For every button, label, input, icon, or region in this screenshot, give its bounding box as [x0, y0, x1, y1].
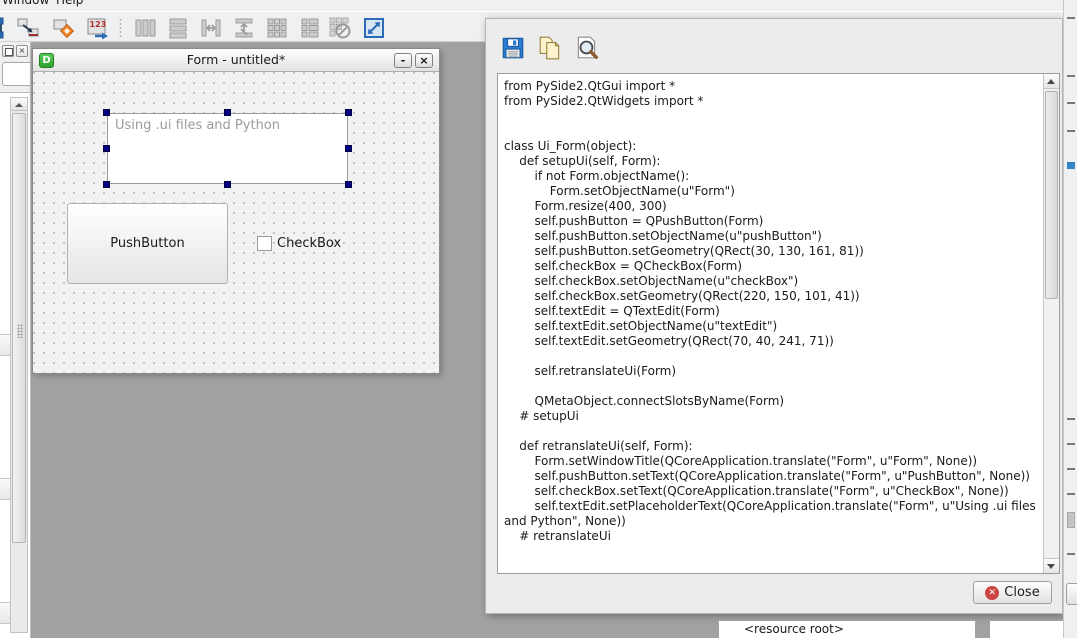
edit-buddies-icon[interactable] [50, 14, 77, 41]
widget-category-row[interactable] [0, 602, 10, 624]
dialog-toolbar [500, 35, 600, 61]
layout-in-grid-icon[interactable] [263, 14, 290, 41]
widget-category-row[interactable] [0, 478, 10, 500]
break-layout-icon[interactable] [326, 14, 353, 41]
pushbutton-widget[interactable]: PushButton [67, 203, 228, 284]
selected-row-mark [1067, 162, 1075, 169]
widget-box-list [0, 92, 31, 638]
menu-bar: Window Help [0, 0, 1077, 11]
edit-signals-slots-icon[interactable] [14, 14, 41, 41]
toolbar-separator [119, 18, 122, 37]
generated-python-code[interactable]: from PySide2.QtGui import * from PySide2… [498, 74, 1043, 573]
resource-tree[interactable]: <resource root> [718, 620, 976, 638]
scrollbar-thumb[interactable] [1045, 91, 1058, 299]
widget-box-scrollbar[interactable] [10, 97, 28, 633]
layout-vertically-in-splitter-icon[interactable] [230, 14, 257, 41]
edit-widgets-icon[interactable] [0, 14, 9, 41]
dock-mark [1067, 17, 1075, 19]
scrollbar-grip [17, 324, 23, 338]
dock-float-icon[interactable] [2, 45, 14, 57]
dock-mark [1067, 443, 1075, 445]
copy-icon[interactable] [537, 35, 563, 61]
close-circle-icon: ✕ [985, 586, 999, 600]
form-window-titlebar[interactable]: D Form - untitled* - × [33, 49, 439, 72]
dock-mark [1067, 493, 1075, 495]
code-preview-dialog: from PySide2.QtGui import * from PySide2… [485, 18, 1063, 614]
right-dock-sliver [1063, 0, 1077, 638]
widget-box-panel: × [0, 42, 31, 638]
layout-horizontally-in-splitter-icon[interactable] [197, 14, 224, 41]
code-editor[interactable]: from PySide2.QtGui import * from PySide2… [497, 73, 1060, 574]
widget-filter-input[interactable] [2, 62, 31, 86]
scroll-up-icon[interactable] [1044, 74, 1059, 89]
layout-in-form-icon[interactable] [296, 14, 323, 41]
close-button[interactable]: × [415, 53, 433, 68]
designer-form-window: D Form - untitled* - × Using .ui files a… [32, 48, 440, 374]
close-button-label: Close [1004, 585, 1039, 600]
dock-mark [1067, 75, 1075, 77]
widget-category-row[interactable] [0, 334, 10, 356]
application-window: Window Help 123 [0, 0, 1077, 638]
scroll-up-icon[interactable] [11, 98, 27, 111]
splitter-grip[interactable] [1067, 512, 1075, 528]
dock-close-icon[interactable]: × [16, 45, 28, 57]
layout-horizontally-icon[interactable] [131, 14, 158, 41]
checkbox-label: CheckBox [277, 236, 341, 251]
dock-mark [1067, 418, 1075, 420]
layout-vertically-icon[interactable] [164, 14, 191, 41]
find-icon[interactable] [574, 35, 600, 61]
form-window-title: Form - untitled* [33, 52, 439, 67]
edit-tab-order-icon[interactable]: 123 [84, 14, 111, 41]
dock-mark [1067, 102, 1075, 104]
menu-item-help[interactable]: Help [56, 0, 83, 7]
form-canvas[interactable]: Using .ui files and Python PushButton Ch… [33, 72, 439, 373]
dock-mark [1067, 553, 1075, 555]
menu-item-window[interactable]: Window [2, 0, 49, 7]
adjust-size-icon[interactable] [360, 14, 387, 41]
dock-mark [1067, 468, 1075, 470]
save-icon[interactable] [500, 35, 526, 61]
dialog-close-button[interactable]: ✕ Close [973, 581, 1052, 604]
svg-text:123: 123 [89, 20, 106, 29]
resource-root-item[interactable]: <resource root> [744, 622, 844, 636]
scroll-down-icon[interactable] [1044, 558, 1059, 573]
minimize-button[interactable]: - [394, 53, 412, 68]
textedit-widget[interactable]: Using .ui files and Python [107, 113, 348, 184]
partial-button[interactable] [1066, 583, 1077, 605]
checkbox-widget[interactable]: CheckBox [257, 223, 358, 264]
dock-mark [1067, 130, 1075, 132]
scrollbar-thumb[interactable] [12, 113, 26, 543]
code-scrollbar[interactable] [1043, 74, 1059, 573]
checkbox-box[interactable] [257, 236, 272, 251]
